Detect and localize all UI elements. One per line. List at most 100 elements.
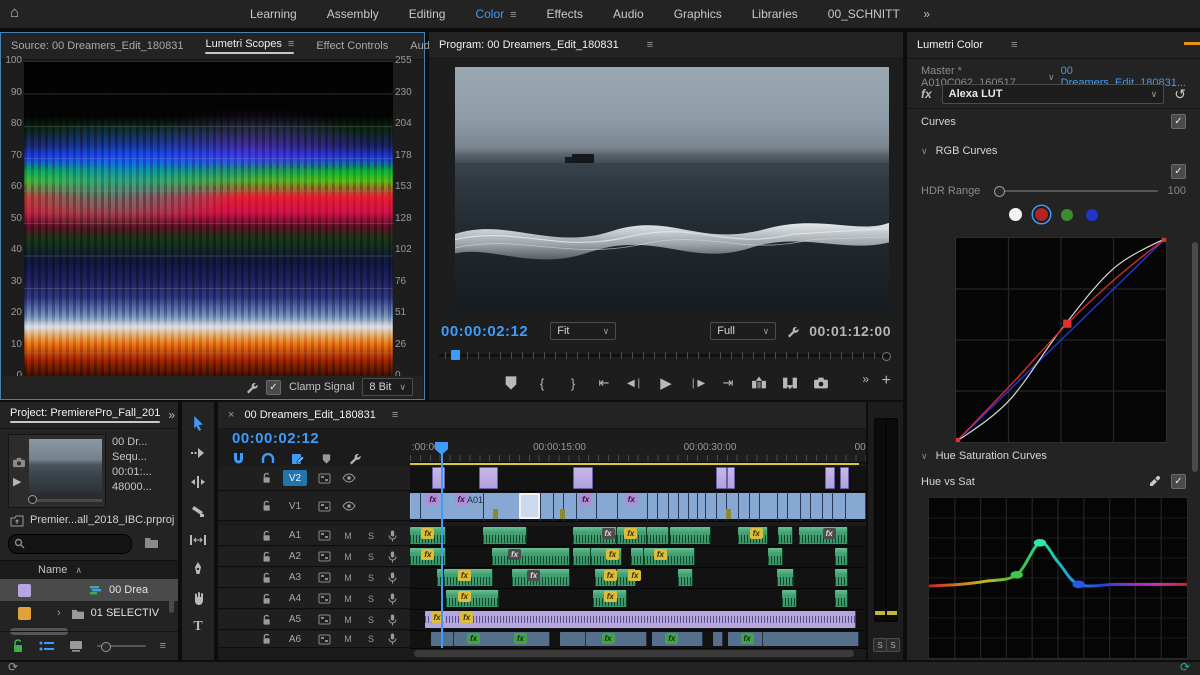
expand-icon[interactable]: › bbox=[57, 607, 61, 619]
track-header-A6[interactable]: A6MS bbox=[218, 631, 410, 648]
hdr-range-slider[interactable] bbox=[994, 190, 1157, 192]
eyedropper-icon[interactable] bbox=[1148, 475, 1161, 488]
solo-button[interactable]: S bbox=[365, 531, 377, 541]
audio-clip[interactable] bbox=[586, 632, 647, 646]
track-lock-icon[interactable] bbox=[262, 614, 272, 626]
toggle-track-output-icon[interactable] bbox=[342, 501, 356, 511]
cloud-sync-icon[interactable]: ⟳ bbox=[1180, 660, 1190, 674]
workspace-tab-libraries[interactable]: Libraries bbox=[752, 7, 798, 21]
panel-menu-icon[interactable]: ≡ bbox=[1011, 39, 1017, 51]
project-tab[interactable]: Project: PremierePro_Fall_201 bbox=[10, 407, 160, 423]
track-name-V2[interactable]: V2 bbox=[283, 470, 307, 486]
export-frame-icon[interactable] bbox=[813, 375, 829, 391]
project-path[interactable]: Premier...all_2018_IBC.prproj bbox=[30, 514, 174, 526]
track-name-A2[interactable]: A2 bbox=[283, 549, 307, 565]
track-name-V1[interactable]: V1 bbox=[283, 498, 307, 514]
curves-section-label[interactable]: Curves bbox=[921, 116, 956, 128]
new-bin-icon[interactable] bbox=[144, 536, 159, 549]
workspace-tab-learning[interactable]: Learning bbox=[250, 7, 297, 21]
audio-clip[interactable] bbox=[782, 590, 797, 607]
sync-lock-icon[interactable] bbox=[318, 530, 331, 541]
pen-tool[interactable] bbox=[187, 559, 209, 579]
rgb-curve-graph[interactable] bbox=[955, 237, 1167, 443]
panel-menu-icon[interactable]: ≡ bbox=[160, 640, 166, 652]
track-name-A3[interactable]: A3 bbox=[283, 570, 307, 586]
play-icon[interactable]: ▶ bbox=[658, 375, 674, 391]
sync-lock-icon[interactable] bbox=[318, 593, 331, 604]
timeline-ruler[interactable]: :00:0000:00:15:0000:00:30:0000: bbox=[410, 440, 866, 463]
project-writable-lock-icon[interactable] bbox=[12, 639, 25, 653]
fx-badge[interactable]: fx bbox=[624, 528, 637, 539]
track-lock-icon[interactable] bbox=[262, 633, 272, 645]
panel-menu-icon[interactable]: ≡ bbox=[392, 409, 398, 421]
audio-clip[interactable] bbox=[777, 569, 794, 586]
goto-out-icon[interactable]: ⇥ bbox=[720, 375, 736, 391]
solo-button[interactable]: S bbox=[365, 552, 377, 562]
track-header-A5[interactable]: A5MS bbox=[218, 610, 410, 630]
fx-badge[interactable]: fx bbox=[460, 612, 473, 623]
fx-badge[interactable]: fx bbox=[606, 549, 619, 560]
track-lock-icon[interactable] bbox=[262, 472, 272, 484]
ripple-edit-tool[interactable] bbox=[187, 472, 209, 492]
voiceover-record-icon[interactable] bbox=[388, 530, 397, 542]
list-view-icon[interactable] bbox=[39, 640, 55, 652]
rgb-curves-label[interactable]: RGB Curves bbox=[936, 145, 998, 157]
step-back-icon[interactable]: ◀❘ bbox=[627, 375, 643, 391]
settings-wrench-icon[interactable] bbox=[786, 325, 799, 338]
sync-lock-icon[interactable] bbox=[318, 551, 331, 562]
sync-lock-icon[interactable] bbox=[318, 572, 331, 583]
hdr-range-value[interactable]: 100 bbox=[1168, 185, 1186, 197]
program-scrubber[interactable] bbox=[439, 348, 891, 362]
transport-overflow-icon[interactable]: » bbox=[862, 372, 869, 386]
thumbnail-scrubber[interactable] bbox=[29, 499, 102, 502]
step-forward-icon[interactable]: ❘▶ bbox=[689, 375, 705, 391]
fx-badge[interactable]: fx bbox=[823, 528, 836, 539]
sync-lock-icon[interactable] bbox=[318, 634, 331, 645]
razor-tool[interactable] bbox=[187, 501, 209, 521]
fx-badge[interactable]: fx bbox=[602, 633, 615, 644]
sequence-marker-icon[interactable] bbox=[321, 453, 332, 465]
track-lane-A4[interactable]: fxfx bbox=[410, 589, 866, 610]
parent-folder-icon[interactable] bbox=[10, 515, 24, 527]
fx-badge[interactable]: fx bbox=[458, 591, 471, 602]
track-lane-A1[interactable]: fxfxfxfxfx bbox=[410, 526, 866, 547]
track-lane-A2[interactable]: fxfxfxfx bbox=[410, 547, 866, 568]
video-clip[interactable] bbox=[716, 467, 727, 489]
scrubber-playhead[interactable] bbox=[451, 350, 460, 360]
fx-badge[interactable]: fx bbox=[741, 633, 754, 644]
type-tool[interactable]: T bbox=[187, 617, 209, 637]
workspace-overflow-icon[interactable]: » bbox=[923, 7, 930, 21]
video-clip[interactable] bbox=[825, 467, 835, 489]
track-header-A4[interactable]: A4MS bbox=[218, 589, 410, 609]
workspace-tab-editing[interactable]: Editing bbox=[409, 7, 446, 21]
playback-resolution-dropdown[interactable]: Full∨ bbox=[710, 322, 776, 340]
hue-vs-sat-graph[interactable] bbox=[928, 497, 1188, 659]
workspace-tab-color[interactable]: Color≡ bbox=[475, 7, 516, 21]
audio-clip[interactable] bbox=[492, 548, 570, 565]
home-icon[interactable]: ⌂ bbox=[10, 4, 19, 21]
name-column-header[interactable]: Name bbox=[38, 564, 67, 576]
audio-clip[interactable] bbox=[678, 569, 693, 586]
audio-clip[interactable] bbox=[644, 548, 695, 565]
white-channel-dot[interactable] bbox=[1009, 208, 1022, 221]
workspace-tab-assembly[interactable]: Assembly bbox=[327, 7, 379, 21]
voiceover-record-icon[interactable] bbox=[388, 551, 397, 563]
audio-clip[interactable] bbox=[713, 632, 723, 646]
sort-ascending-icon[interactable]: ∧ bbox=[75, 565, 82, 576]
track-header-V2[interactable]: V2 bbox=[218, 466, 410, 491]
red-channel-dot[interactable] bbox=[1035, 208, 1048, 221]
solo-button[interactable]: S bbox=[365, 594, 377, 604]
track-lock-icon[interactable] bbox=[262, 593, 272, 605]
voiceover-record-icon[interactable] bbox=[388, 593, 397, 605]
track-header-A3[interactable]: A3MS bbox=[218, 568, 410, 588]
solo-left-button[interactable]: S bbox=[873, 638, 887, 652]
preview-play-icon[interactable]: ▶ bbox=[13, 475, 21, 488]
solo-button[interactable]: S bbox=[365, 573, 377, 583]
mute-button[interactable]: M bbox=[342, 634, 354, 644]
program-video-frame[interactable] bbox=[455, 67, 889, 313]
fx-badge[interactable]: fx bbox=[604, 570, 617, 581]
add-marker-icon[interactable] bbox=[503, 375, 519, 391]
hand-tool[interactable] bbox=[187, 588, 209, 608]
mark-in-icon[interactable]: { bbox=[534, 375, 550, 391]
solo-right-button[interactable]: S bbox=[886, 638, 900, 652]
